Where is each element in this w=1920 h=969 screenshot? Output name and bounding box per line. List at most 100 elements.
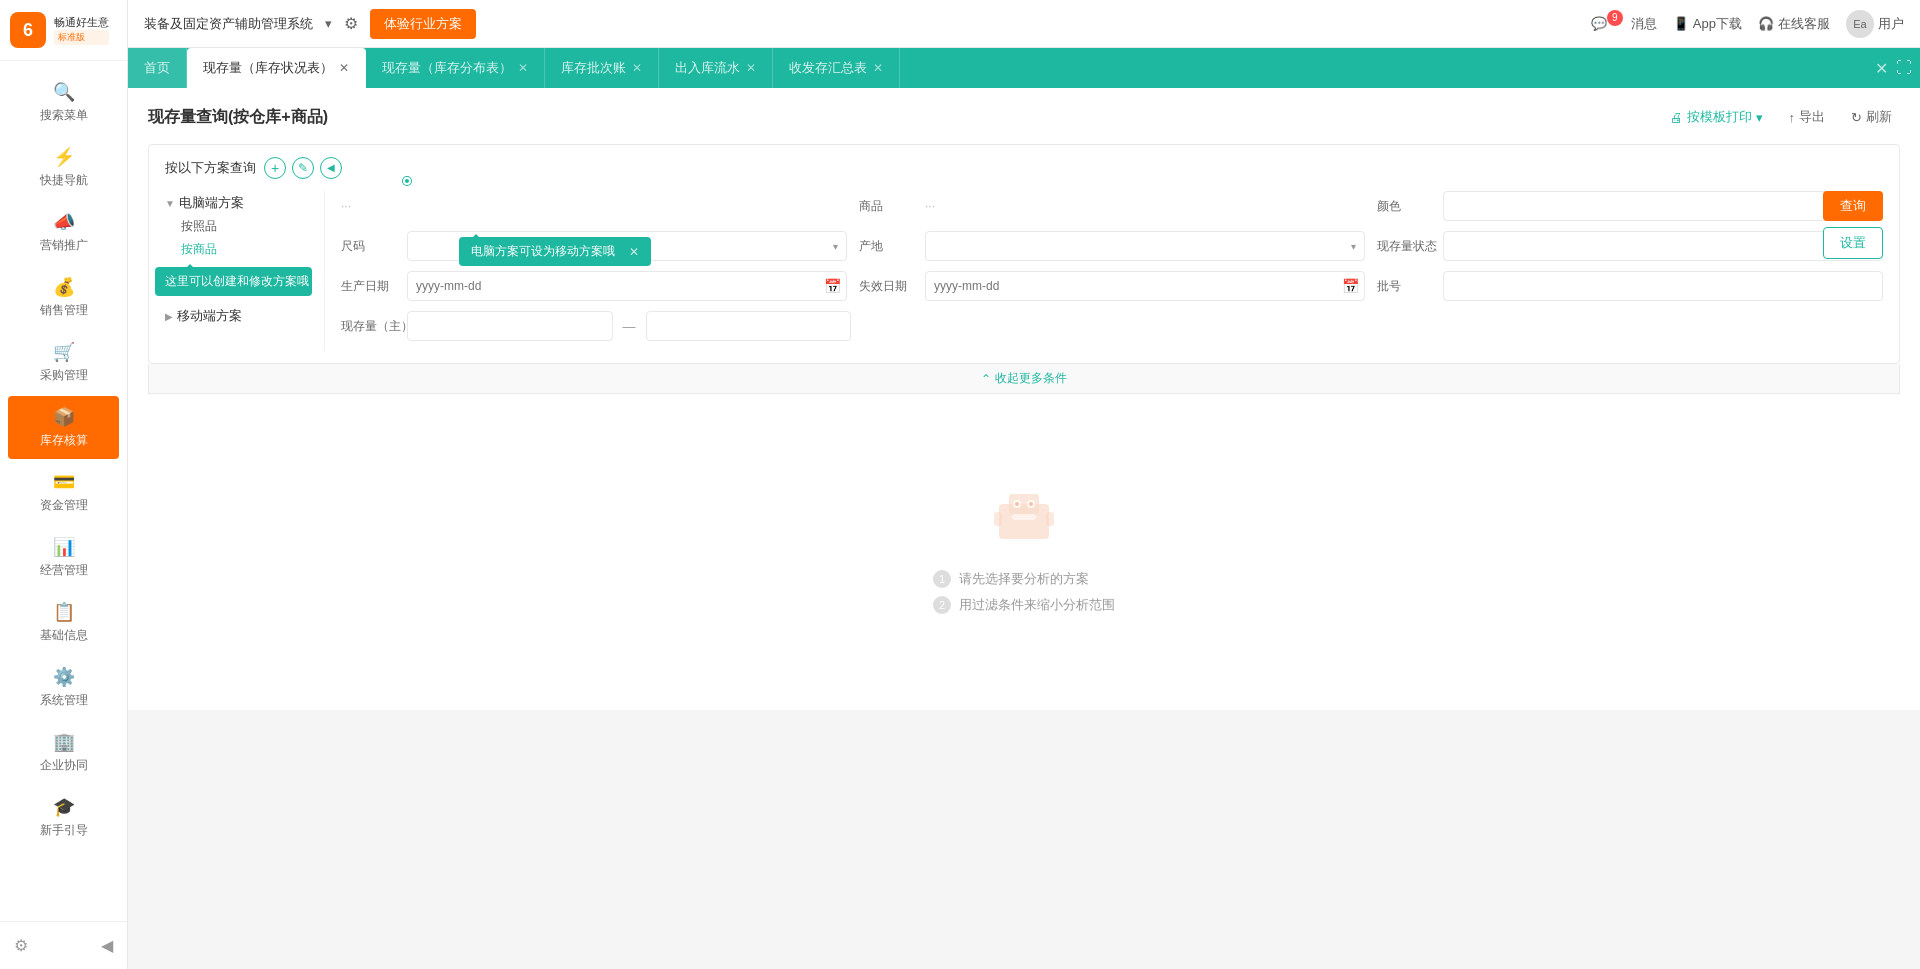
goods-label: 商品	[859, 198, 919, 215]
scheme-group-pc-header[interactable]: ▼ 电脑端方案	[165, 191, 312, 215]
empty-step-2-text: 用过滤条件来缩小分析范围	[959, 596, 1115, 614]
size-label: 尺码	[341, 238, 401, 255]
tab-inventory-batch[interactable]: 库存批次账 ✕	[545, 48, 659, 88]
user-action[interactable]: Ea 用户	[1846, 10, 1904, 38]
sidebar-nav: 🔍 搜索菜单 ⚡ 快捷导航 📣 营销推广 💰 销售管理 🛒 采购管理 📦 库存核…	[0, 61, 127, 921]
sidebar-item-operation[interactable]: 📊 经营管理	[8, 526, 119, 589]
arrow-scheme-button[interactable]: ◀	[320, 157, 342, 179]
svg-rect-8	[1046, 512, 1054, 526]
guide-icon: 🎓	[53, 796, 75, 818]
filter-tooltip-text: 这里可以创建和修改方案哦	[165, 273, 309, 290]
prod-date-wrapper: 📅	[407, 271, 847, 301]
tab-home[interactable]: 首页	[128, 48, 187, 88]
sidebar-logo: 6 畅通好生意 标准版	[0, 0, 127, 61]
search-buttons: 查询 设置	[1823, 191, 1883, 259]
experience-button[interactable]: 体验行业方案	[370, 9, 476, 39]
color-select[interactable]: ▾	[1443, 191, 1883, 221]
scheme-item-by-goods[interactable]: 按商品	[165, 238, 312, 261]
expire-date-calendar-icon[interactable]: 📅	[1342, 278, 1359, 294]
tab-fullscreen-icon[interactable]: ⛶	[1896, 59, 1912, 77]
tab-close-icon[interactable]: ✕	[746, 61, 756, 75]
sidebar-item-finance[interactable]: 💳 资金管理	[8, 461, 119, 524]
message-action[interactable]: 💬 9 消息	[1591, 15, 1657, 33]
system-dropdown-icon[interactable]: ▾	[325, 16, 332, 31]
origin-select-arrow: ▾	[1351, 241, 1356, 252]
empty-step-1-number: 1	[933, 570, 951, 588]
sidebar-item-label: 采购管理	[40, 367, 88, 384]
scheme-group-pc: ▼ 电脑端方案 按照品 按商品	[165, 191, 312, 261]
sidebar-item-label: 销售管理	[40, 302, 88, 319]
quick-nav-icon: ⚡	[53, 146, 75, 168]
tab-close-icon[interactable]: ✕	[632, 61, 642, 75]
search-button[interactable]: 查询	[1823, 191, 1883, 221]
color-label: 颜色	[1377, 198, 1437, 215]
headset-icon: 🎧	[1758, 16, 1774, 31]
add-scheme-button[interactable]: +	[264, 157, 286, 179]
prod-date-calendar-icon[interactable]: 📅	[824, 278, 841, 294]
filter-item-origin: 产地 ▾	[859, 231, 1365, 261]
settings-bottom-icon[interactable]: ⚙	[10, 932, 32, 959]
stock-main-max-input[interactable]	[646, 311, 852, 341]
tab-in-out-flow[interactable]: 出入库流水 ✕	[659, 48, 773, 88]
print-label: 按模板打印	[1687, 108, 1752, 126]
filter-item-prod-date: 生产日期 📅	[341, 271, 847, 301]
sidebar-item-marketing[interactable]: 📣 营销推广	[8, 201, 119, 264]
refresh-button[interactable]: ↻ 刷新	[1843, 104, 1900, 130]
collapse-bar[interactable]: ⌃ 收起更多条件	[148, 364, 1900, 394]
edit-scheme-button[interactable]: ✎	[292, 157, 314, 179]
tab-close-icon[interactable]: ✕	[873, 61, 883, 75]
sidebar: 6 畅通好生意 标准版 🔍 搜索菜单 ⚡ 快捷导航 📣 营销推广 💰 销售管理 …	[0, 0, 128, 969]
tab-close-icon[interactable]: ✕	[339, 61, 349, 75]
operation-icon: 📊	[53, 536, 75, 558]
export-button[interactable]: ↑ 导出	[1781, 104, 1834, 130]
page-title-bar: 现存量查询(按仓库+商品) 🖨 按模板打印 ▾ ↑ 导出 ↻ 刷新	[148, 104, 1900, 130]
stock-main-min-input[interactable]	[407, 311, 613, 341]
filter-tooltip-container: 这里可以创建和修改方案哦 ✕	[165, 267, 312, 296]
tab-inventory-status[interactable]: 现存量（库存状况表） ✕	[187, 48, 366, 88]
tab-recv-summary[interactable]: 收发存汇总表 ✕	[773, 48, 900, 88]
stock-status-select[interactable]: ▾	[1443, 231, 1883, 261]
batch-no-input[interactable]	[1443, 271, 1883, 301]
sidebar-item-basic[interactable]: 📋 基础信息	[8, 591, 119, 654]
sidebar-item-inventory[interactable]: 📦 库存核算	[8, 396, 119, 459]
tab-close-icon[interactable]: ✕	[518, 61, 528, 75]
sidebar-item-label: 资金管理	[40, 497, 88, 514]
prod-date-input[interactable]	[407, 271, 847, 301]
sidebar-item-purchase[interactable]: 🛒 采购管理	[8, 331, 119, 394]
scheme-item-by-product[interactable]: 按照品	[165, 215, 312, 238]
scheme-tooltip-close-icon[interactable]: ✕	[629, 245, 639, 259]
sidebar-item-enterprise[interactable]: 🏢 企业协同	[8, 721, 119, 784]
marketing-icon: 📣	[53, 211, 75, 233]
size-select-arrow: ▾	[833, 241, 838, 252]
sidebar-item-system[interactable]: ⚙️ 系统管理	[8, 656, 119, 719]
filter-tooltip-close[interactable]: ✕	[321, 275, 331, 289]
sidebar-item-search-menu[interactable]: 🔍 搜索菜单	[8, 71, 119, 134]
header-settings-icon[interactable]: ⚙	[344, 14, 358, 33]
expire-date-input[interactable]	[925, 271, 1365, 301]
message-badge: 9	[1607, 10, 1623, 26]
filter-tooltip-box: 这里可以创建和修改方案哦 ✕	[155, 267, 312, 296]
filter-item-warehouse: ···	[341, 191, 847, 221]
top-header: 装备及固定资产辅助管理系统 ▾ ⚙ 体验行业方案 💬 9 消息 📱 App下载 …	[128, 0, 1920, 48]
tab-inventory-dist[interactable]: 现存量（库存分布表） ✕	[366, 48, 545, 88]
origin-select[interactable]: ▾	[925, 231, 1365, 261]
print-button[interactable]: 🖨 按模板打印 ▾	[1662, 104, 1771, 130]
sidebar-item-quick-nav[interactable]: ⚡ 快捷导航	[8, 136, 119, 199]
tab-close-all-icon[interactable]: ✕	[1875, 59, 1888, 78]
tab-inventory-status-label: 现存量（库存状况表）	[203, 59, 333, 77]
message-icon: 💬	[1591, 16, 1607, 31]
scheme-group-mobile-header[interactable]: ▶ 移动端方案	[165, 304, 312, 328]
scheme-tooltip-text: 电脑方案可设为移动方案哦	[471, 243, 615, 260]
sidebar-item-guide[interactable]: 🎓 新手引导	[8, 786, 119, 849]
filter-item-color: 颜色 ▾	[1377, 191, 1883, 221]
reset-button[interactable]: 设置	[1823, 227, 1883, 259]
more-icon-goods[interactable]: ···	[925, 199, 935, 213]
app-download-action[interactable]: 📱 App下载	[1673, 15, 1742, 33]
collapse-sidebar-icon[interactable]: ◀	[97, 932, 117, 959]
more-icon-warehouse[interactable]: ···	[341, 199, 351, 213]
range-separator: —	[619, 319, 640, 334]
tab-bar: 首页 现存量（库存状况表） ✕ 现存量（库存分布表） ✕ 库存批次账 ✕ 出入库…	[128, 48, 1920, 88]
online-support-action[interactable]: 🎧 在线客服	[1758, 15, 1830, 33]
sidebar-item-sales[interactable]: 💰 销售管理	[8, 266, 119, 329]
print-dropdown-icon[interactable]: ▾	[1756, 110, 1763, 125]
